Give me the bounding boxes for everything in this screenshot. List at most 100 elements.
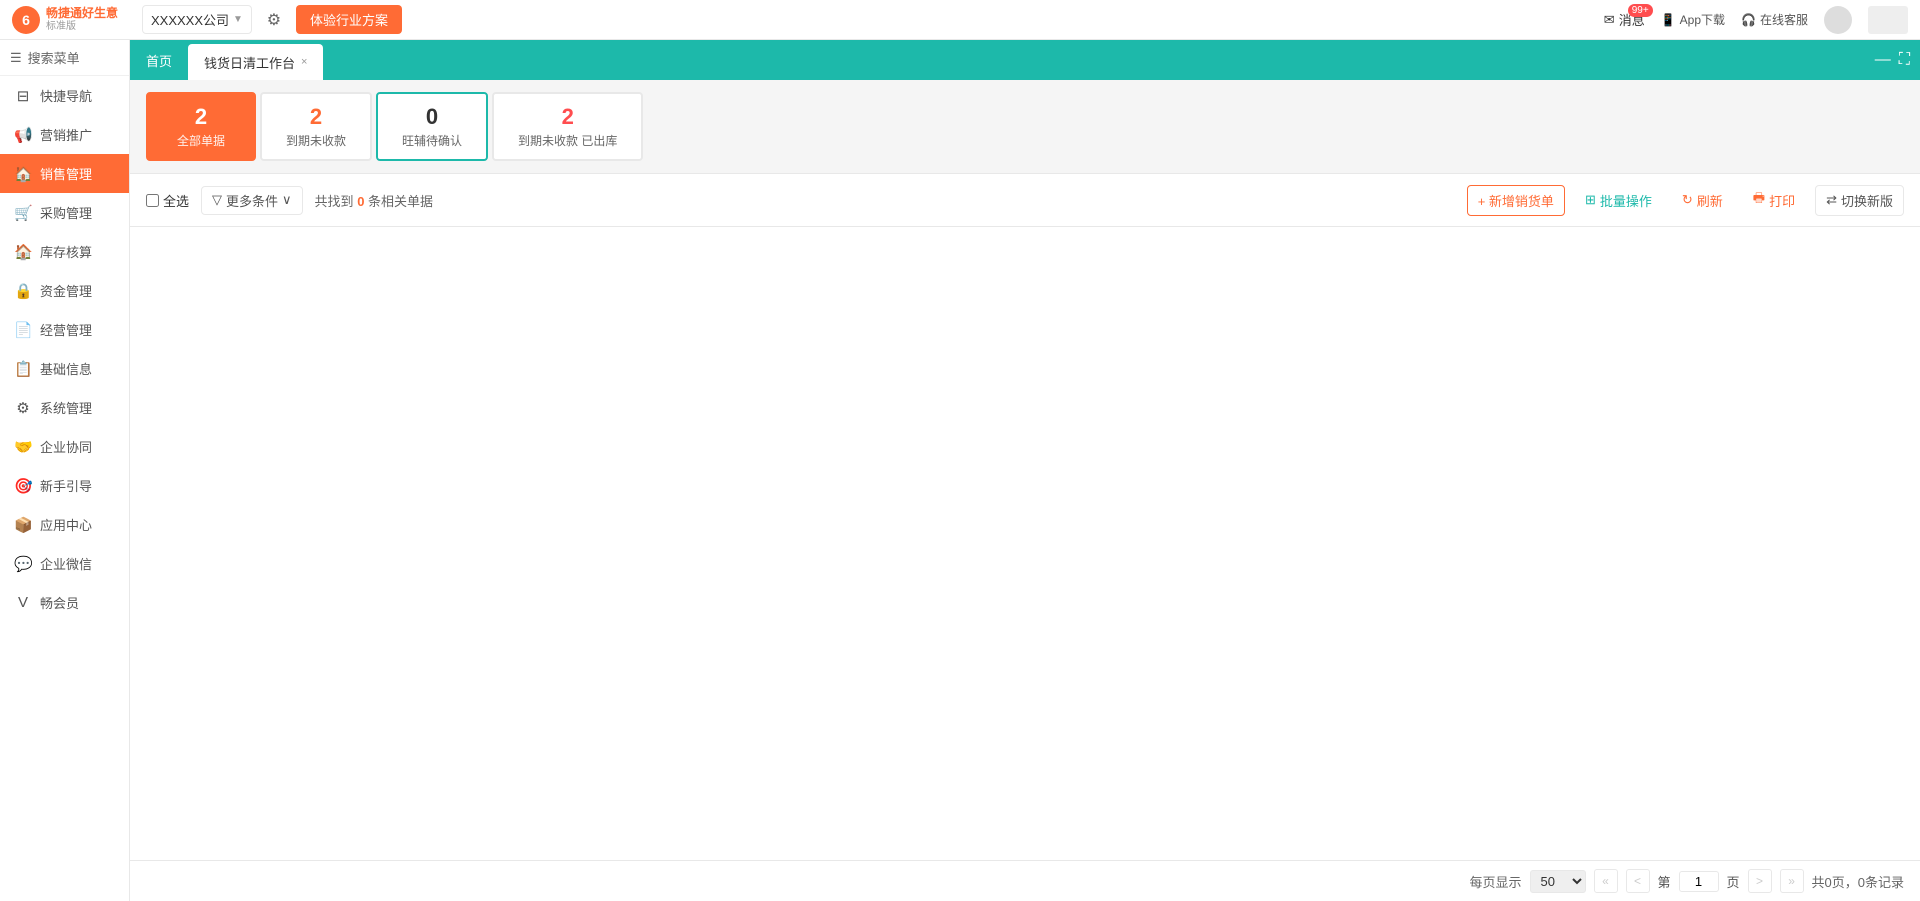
- sidebar-item-finance[interactable]: 🔒 资金管理: [0, 271, 129, 310]
- sidebar-item-enterprise[interactable]: 🤝 企业协同: [0, 427, 129, 466]
- sidebar-item-system[interactable]: ⚙ 系统管理: [0, 388, 129, 427]
- online-support-button[interactable]: 🎧 在线客服: [1741, 11, 1808, 28]
- sidebar-label-sales: 销售管理: [40, 164, 92, 183]
- app-download-button[interactable]: 📱 App下载: [1661, 11, 1725, 28]
- quick-nav-icon: ⊟: [14, 87, 32, 105]
- all-label: 全部单据: [172, 132, 230, 149]
- batch-label: 批量操作: [1600, 191, 1652, 210]
- wechat-icon: 💬: [14, 555, 32, 573]
- sidebar-label-inventory: 库存核算: [40, 242, 92, 261]
- more-filter-button[interactable]: ▽ 更多条件 ∨: [201, 186, 303, 215]
- refresh-button[interactable]: ↻ 刷新: [1672, 186, 1733, 215]
- filter-label: 更多条件: [226, 191, 278, 210]
- sidebar-item-sales[interactable]: 🏠 销售管理: [0, 154, 129, 193]
- sidebar-item-guide[interactable]: 🎯 新手引导: [0, 466, 129, 505]
- sidebar-label-quick-nav: 快捷导航: [40, 86, 92, 105]
- select-all-label: 全选: [163, 191, 189, 210]
- online-support-label: 在线客服: [1760, 11, 1808, 28]
- total-info: 共0页，0条记录: [1812, 872, 1904, 891]
- select-all-checkbox[interactable]: 全选: [146, 191, 189, 210]
- sidebar-label-guide: 新手引导: [40, 476, 92, 495]
- batch-icon: ⊞: [1585, 192, 1596, 208]
- purchase-icon: 🛒: [14, 204, 32, 222]
- sidebar-item-inventory[interactable]: 🏠 库存核算: [0, 232, 129, 271]
- result-text: 共找到 0 条相关单据: [315, 191, 434, 210]
- sidebar-label-finance: 资金管理: [40, 281, 92, 300]
- guide-icon: 🎯: [14, 477, 32, 495]
- filter-icon: ▽: [212, 192, 222, 208]
- print-icon: 🖶: [1753, 189, 1765, 211]
- message-badge: 99+: [1628, 4, 1653, 17]
- enterprise-icon: 🤝: [14, 438, 32, 456]
- per-page-select[interactable]: 50 10 20 100: [1530, 870, 1586, 893]
- sidebar-item-marketing[interactable]: 📢 营销推广: [0, 115, 129, 154]
- sidebar: ☰ 搜索菜单 ⊟ 快捷导航 📢 营销推广 🏠 销售管理 🛒 采购管理 🏠 库存核…: [0, 0, 130, 901]
- toolbar: 全选 ▽ 更多条件 ∨ 共找到 0 条相关单据 + 新增销货单 ⊞ 批量操作 ↻: [130, 174, 1920, 227]
- first-page-button[interactable]: «: [1594, 869, 1618, 893]
- page-label: 第: [1658, 872, 1671, 891]
- toolbar-right: + 新增销货单 ⊞ 批量操作 ↻ 刷新 🖶 打印 ⇄ 切换新版: [1467, 184, 1904, 216]
- overdue-unpaid-count: 2: [286, 104, 346, 130]
- sales-icon: 🏠: [14, 165, 32, 183]
- result-count: 0: [357, 194, 364, 209]
- summary-card-pending[interactable]: 0 旺辅待确认: [376, 92, 488, 161]
- system-icon: ⚙: [14, 399, 32, 417]
- trial-button[interactable]: 体验行业方案: [296, 5, 402, 34]
- nav-tabs: 首页 钱货日清工作台 × — ⛶: [130, 40, 1920, 80]
- sidebar-item-operations[interactable]: 📄 经营管理: [0, 310, 129, 349]
- switch-label: 切换新版: [1841, 191, 1893, 210]
- summary-card-overdue-unpaid[interactable]: 2 到期未收款: [260, 92, 372, 161]
- switch-icon: ⇄: [1826, 192, 1837, 208]
- support-icon: 🎧: [1741, 13, 1756, 27]
- sidebar-label-purchase: 采购管理: [40, 203, 92, 222]
- add-sales-order-button[interactable]: + 新增销货单: [1467, 185, 1565, 216]
- refresh-icon: ↻: [1682, 192, 1693, 208]
- search-menu-label: 搜索菜单: [28, 48, 80, 67]
- user-name[interactable]: [1868, 6, 1908, 34]
- finance-icon: 🔒: [14, 282, 32, 300]
- sidebar-item-wechat[interactable]: 💬 企业微信: [0, 544, 129, 583]
- tab-minimize-button[interactable]: —: [1875, 51, 1891, 69]
- result-prefix: 共找到: [315, 194, 354, 209]
- top-header: 6 畅捷通好生意 标准版 XXXXXX公司 ▼ ⚙ 体验行业方案 ✉ 消息 99…: [0, 0, 1920, 40]
- pagination: 每页显示 50 10 20 100 « < 第 页 > » 共0页，0条记录: [130, 860, 1920, 901]
- select-all-input[interactable]: [146, 194, 159, 207]
- prev-page-button[interactable]: <: [1626, 869, 1650, 893]
- company-selector[interactable]: XXXXXX公司 ▼: [142, 5, 252, 34]
- sidebar-item-quick-nav[interactable]: ⊟ 快捷导航: [0, 76, 129, 115]
- basics-icon: 📋: [14, 360, 32, 378]
- tab-close-icon[interactable]: ×: [301, 56, 307, 68]
- marketing-icon: 📢: [14, 126, 32, 144]
- message-button[interactable]: ✉ 消息 99+: [1604, 10, 1645, 29]
- page-number-input[interactable]: [1679, 871, 1719, 892]
- summary-card-overdue-shipped[interactable]: 2 到期未收款 已出库: [492, 92, 643, 161]
- print-button[interactable]: 🖶 打印: [1743, 184, 1805, 216]
- logo-main: 畅捷通好生意: [46, 6, 118, 20]
- tab-home[interactable]: 首页: [130, 40, 188, 80]
- sidebar-label-system: 系统管理: [40, 398, 92, 417]
- next-page-button[interactable]: >: [1748, 869, 1772, 893]
- switch-version-button[interactable]: ⇄ 切换新版: [1815, 185, 1904, 216]
- tab-daily-work[interactable]: 钱货日清工作台 ×: [188, 44, 323, 80]
- page-suffix: 页: [1727, 872, 1740, 891]
- sidebar-label-apps: 应用中心: [40, 515, 92, 534]
- print-label: 打印: [1769, 191, 1795, 210]
- sidebar-item-basics[interactable]: 📋 基础信息: [0, 349, 129, 388]
- sidebar-label-vip: 畅会员: [40, 593, 79, 612]
- batch-operation-button[interactable]: ⊞ 批量操作: [1575, 186, 1662, 215]
- sidebar-item-apps[interactable]: 📦 应用中心: [0, 505, 129, 544]
- search-icon: ☰: [10, 50, 22, 66]
- summary-card-all[interactable]: 2 全部单据: [146, 92, 256, 161]
- user-avatar[interactable]: [1824, 6, 1852, 34]
- chevron-down-icon: ▼: [233, 14, 243, 25]
- sidebar-label-marketing: 营销推广: [40, 125, 92, 144]
- pending-label: 旺辅待确认: [402, 132, 462, 149]
- search-menu-button[interactable]: ☰ 搜索菜单: [0, 40, 129, 76]
- vip-icon: V: [14, 594, 32, 611]
- sidebar-item-purchase[interactable]: 🛒 采购管理: [0, 193, 129, 232]
- settings-button[interactable]: ⚙: [260, 6, 288, 34]
- sidebar-item-vip[interactable]: V 畅会员: [0, 583, 129, 622]
- last-page-button[interactable]: »: [1780, 869, 1804, 893]
- tab-maximize-button[interactable]: ⛶: [1899, 51, 1910, 69]
- logo-area: 6 畅捷通好生意 标准版: [12, 6, 142, 34]
